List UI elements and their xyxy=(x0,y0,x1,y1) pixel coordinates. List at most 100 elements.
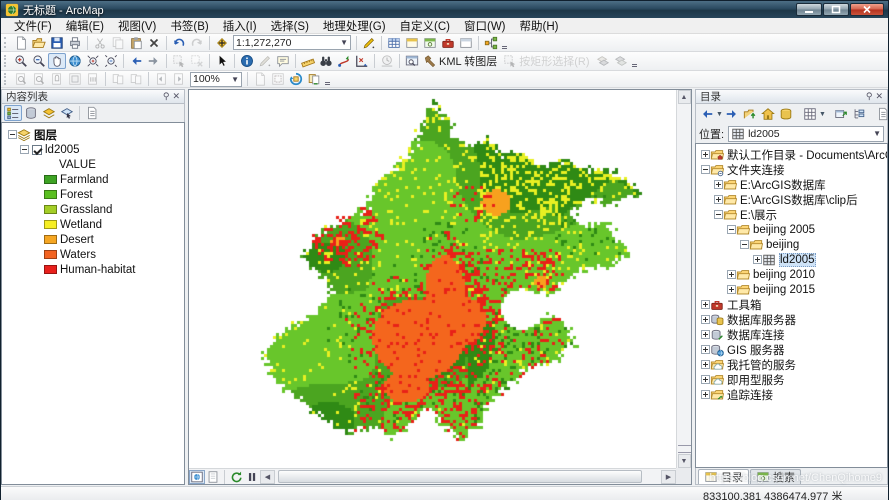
scroll-right-icon[interactable]: ▶ xyxy=(661,470,676,484)
legend-item-farmland[interactable]: Farmland xyxy=(6,172,184,187)
scrollbar-thumb[interactable] xyxy=(278,470,642,483)
tree-item-raster-ld2005[interactable]: ld2005 xyxy=(698,252,887,267)
fixed-zoom-out-page-button[interactable] xyxy=(127,71,145,87)
next-extent-page-button[interactable] xyxy=(170,71,188,87)
menu-window[interactable]: 窗口(W) xyxy=(457,18,513,34)
layout-view-button[interactable] xyxy=(205,470,221,484)
tab-catalog[interactable]: 目录 xyxy=(698,469,749,484)
tree-item-database-connections[interactable]: 数据库连接 xyxy=(698,327,887,342)
zoom-whole-page-button[interactable] xyxy=(66,71,84,87)
menu-view[interactable]: 视图(V) xyxy=(111,18,163,34)
catalog-header[interactable]: 目录 ⚲ ✕ xyxy=(695,89,888,103)
toolbar-overflow[interactable] xyxy=(500,35,509,51)
catalog-window-button[interactable] xyxy=(403,35,421,51)
close-icon[interactable]: ✕ xyxy=(172,91,180,102)
legend-item-human-habitat[interactable]: Human-habitat xyxy=(6,262,184,277)
select-elements-button[interactable] xyxy=(213,53,231,69)
zoom-100-button[interactable] xyxy=(84,71,102,87)
attribute-table-button[interactable] xyxy=(385,35,403,51)
tree-item-folder[interactable]: beijing 2015 xyxy=(698,282,887,297)
find-button[interactable] xyxy=(317,53,335,69)
legend-swatch[interactable] xyxy=(44,235,57,244)
menu-insert[interactable]: 插入(I) xyxy=(216,18,264,34)
change-layout-button[interactable] xyxy=(287,71,305,87)
scroll-down-icon[interactable]: ▼ xyxy=(678,454,691,468)
tree-item-toolboxes[interactable]: 工具箱 xyxy=(698,297,887,312)
fixed-zoom-out-button[interactable] xyxy=(102,53,120,69)
edit-annotation-button[interactable] xyxy=(256,53,274,69)
open-button[interactable] xyxy=(30,35,48,51)
full-extent-button[interactable] xyxy=(66,53,84,69)
pause-drawing-button[interactable] xyxy=(244,470,260,484)
legend-item-wetland[interactable]: Wetland xyxy=(6,217,184,232)
data-driven-pages-button[interactable] xyxy=(305,71,323,87)
menu-bookmarks[interactable]: 书签(B) xyxy=(163,18,215,34)
scroll-up-icon[interactable]: ▲ xyxy=(678,90,691,104)
undo-button[interactable] xyxy=(170,35,188,51)
contents-view-button[interactable] xyxy=(801,106,819,122)
toolbar-grip[interactable] xyxy=(4,55,9,68)
tree-item-folder[interactable]: E:\展示 xyxy=(698,207,887,222)
tree-item-gis-servers[interactable]: GIS 服务器 xyxy=(698,342,887,357)
menu-customize[interactable]: 自定义(C) xyxy=(393,18,457,34)
menu-help[interactable]: 帮助(H) xyxy=(513,18,566,34)
tree-item-folder[interactable]: E:\ArcGIS数据库\clip后 xyxy=(698,192,887,207)
forward-button[interactable] xyxy=(723,106,741,122)
legend-swatch[interactable] xyxy=(44,190,57,199)
legend-swatch[interactable] xyxy=(44,250,57,259)
back-extent-button[interactable] xyxy=(127,53,145,69)
default-geodatabase-button[interactable] xyxy=(777,106,795,122)
toolbar-grip[interactable] xyxy=(4,73,9,84)
zoom-out-page-button[interactable] xyxy=(30,71,48,87)
zoom-in-page-button[interactable] xyxy=(12,71,30,87)
launch-window-button[interactable] xyxy=(832,106,850,122)
model-builder-button[interactable] xyxy=(482,35,500,51)
tree-item-folder-connections[interactable]: 文件夹连接 xyxy=(698,162,887,177)
print-button[interactable] xyxy=(66,35,84,51)
clear-selection-button[interactable] xyxy=(188,53,206,69)
scroll-left-icon[interactable]: ◀ xyxy=(260,470,275,484)
previous-extent-page-button[interactable] xyxy=(152,71,170,87)
paste-button[interactable] xyxy=(127,35,145,51)
viewer-window-button[interactable] xyxy=(403,53,421,69)
pin-icon[interactable]: ⚲ xyxy=(163,91,170,102)
new-document-button[interactable] xyxy=(12,35,30,51)
kml-to-layer-button[interactable]: KML 转图层 xyxy=(421,53,501,69)
delete-button[interactable] xyxy=(145,35,163,51)
legend-swatch[interactable] xyxy=(44,205,57,214)
layer-visibility-checkbox[interactable] xyxy=(32,145,42,155)
tree-item-folder[interactable]: beijing xyxy=(698,237,887,252)
up-one-level-button[interactable] xyxy=(741,106,759,122)
fixed-zoom-in-page-button[interactable] xyxy=(109,71,127,87)
zoom-in-button[interactable] xyxy=(12,53,30,69)
view-dropdown-icon[interactable]: ▼ xyxy=(819,111,826,118)
scrollbar-splitter[interactable] xyxy=(678,445,691,453)
copy-button[interactable] xyxy=(109,35,127,51)
location-combo[interactable]: ld2005 ▼ xyxy=(728,126,884,142)
toggle-draft-mode-button[interactable] xyxy=(251,71,269,87)
tree-item-tracing-connections[interactable]: 追踪连接 xyxy=(698,387,887,402)
editor-toolbar-button[interactable] xyxy=(360,35,378,51)
list-by-visibility-button[interactable] xyxy=(40,105,58,121)
go-to-xy-button[interactable] xyxy=(353,53,371,69)
close-icon[interactable]: ✕ xyxy=(875,91,883,102)
select-features-button[interactable] xyxy=(170,53,188,69)
measure-button[interactable] xyxy=(299,53,317,69)
list-by-drawing-order-button[interactable] xyxy=(4,105,22,121)
refresh-view-button[interactable] xyxy=(228,470,244,484)
toggle-tree-button[interactable] xyxy=(850,106,868,122)
menu-file[interactable]: 文件(F) xyxy=(7,18,59,34)
python-window-button[interactable] xyxy=(457,35,475,51)
close-button[interactable] xyxy=(850,3,884,16)
back-button[interactable] xyxy=(698,106,716,122)
tab-search[interactable]: 搜索 xyxy=(750,469,801,484)
redo-button[interactable] xyxy=(188,35,206,51)
pan-button[interactable] xyxy=(48,53,66,69)
cut-button[interactable] xyxy=(91,35,109,51)
minimize-button[interactable] xyxy=(796,3,822,16)
tree-item-folder[interactable]: E:\ArcGIS数据库 xyxy=(698,177,887,192)
title-bar[interactable]: 无标题 - ArcMap xyxy=(1,1,888,18)
toolbar-overflow[interactable] xyxy=(630,53,639,69)
tree-item-ready-to-use-services[interactable]: 即用型服务 xyxy=(698,372,887,387)
html-popup-button[interactable] xyxy=(274,53,292,69)
